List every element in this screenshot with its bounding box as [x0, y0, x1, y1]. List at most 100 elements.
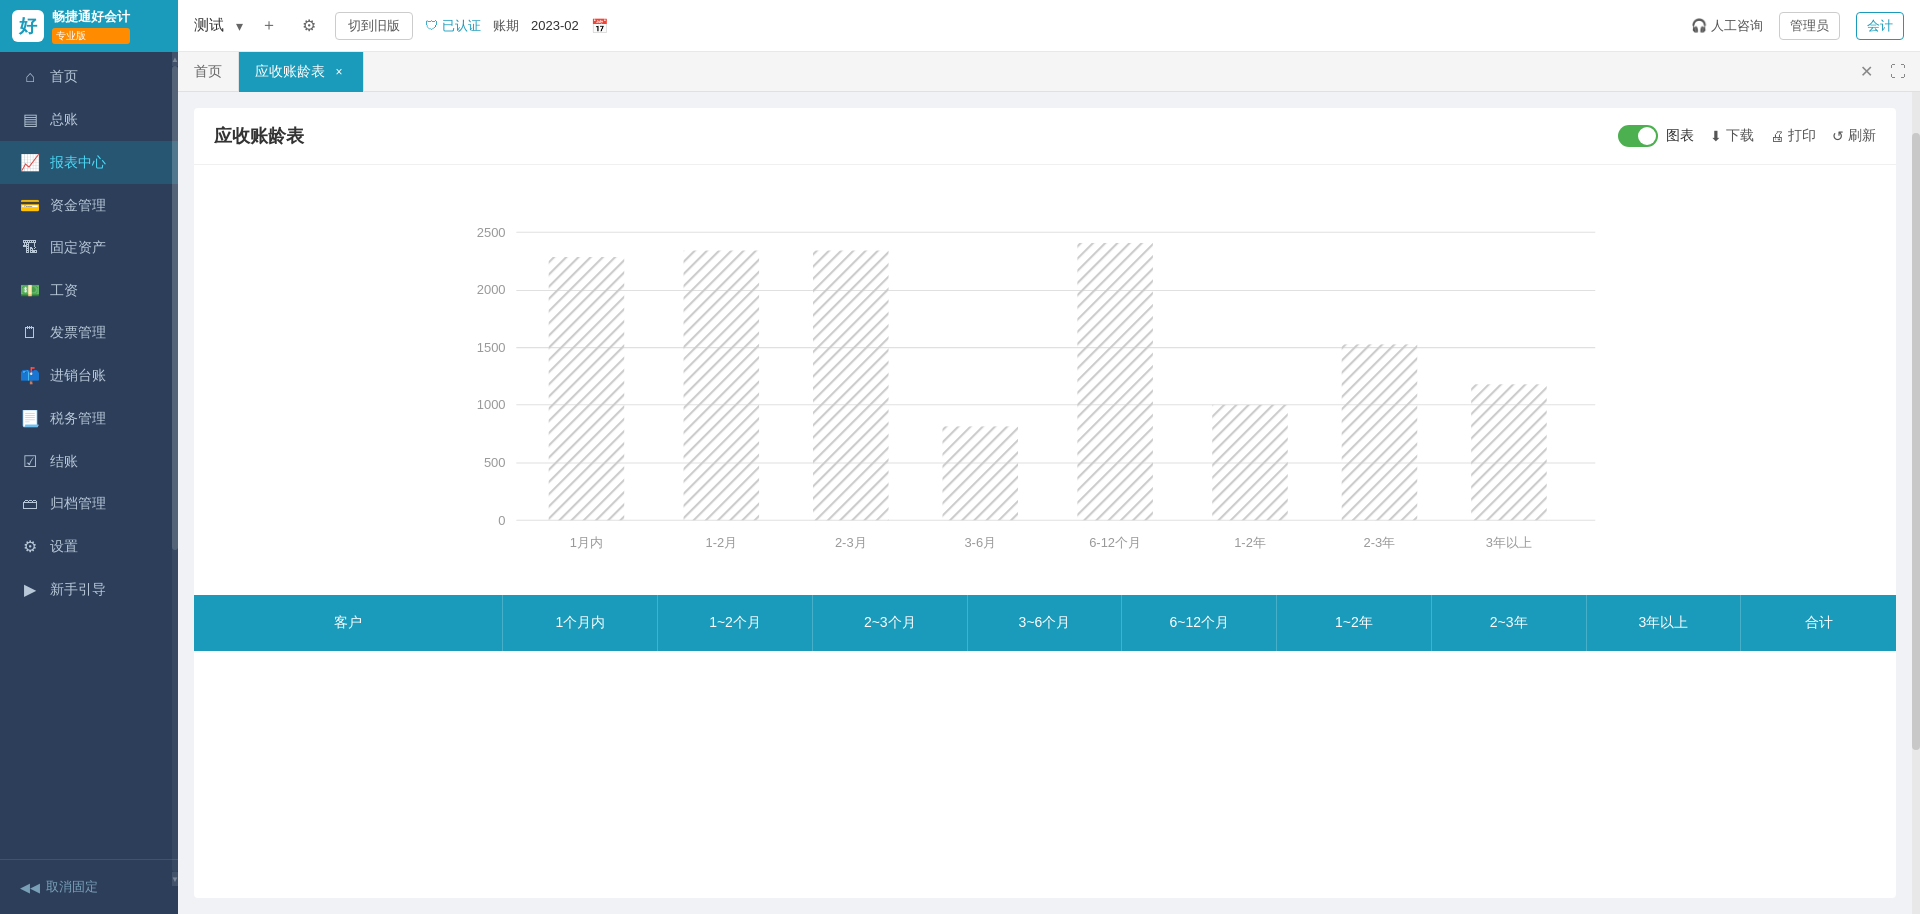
sidebar-item-settings[interactable]: ⚙ 设置 [0, 525, 178, 568]
close-tab-button[interactable]: ✕ [1852, 58, 1880, 86]
chart-toggle[interactable]: 图表 [1618, 125, 1694, 147]
sidebar-item-invoice[interactable]: 🗒 发票管理 [0, 312, 178, 354]
sidebar-item-settle[interactable]: ☑ 结账 [0, 440, 178, 483]
accountant-button[interactable]: 会计 [1856, 12, 1904, 40]
project-name: 测试 [194, 16, 224, 35]
content-area: 应收账龄表 图表 ⬇ 下载 [178, 92, 1920, 914]
col-customer: 客户 [194, 595, 503, 651]
cancel-fixed-button[interactable]: ◀◀ 取消固定 [0, 870, 178, 904]
app-name: 畅捷通好会计 [52, 8, 130, 26]
switch-version-button[interactable]: 切到旧版 [335, 12, 413, 40]
sidebar-bottom: ◀◀ 取消固定 [0, 859, 178, 914]
sidebar-item-label: 工资 [50, 282, 78, 300]
scroll-up-btn[interactable]: ▲ [172, 52, 178, 66]
y-label-2500: 2500 [477, 225, 506, 240]
bar-1-2月 [684, 251, 760, 521]
sidebar-item-label: 结账 [50, 453, 78, 471]
main-area: 测试 ▾ ＋ ⚙ 切到旧版 🛡 已认证 账期 2023-02 📅 🎧 人工咨询 … [178, 0, 1920, 914]
home-icon: ⌂ [20, 68, 40, 86]
right-scrollbar[interactable] [1912, 92, 1920, 914]
tab-close-button[interactable]: × [331, 64, 347, 80]
x-label-1月内: 1月内 [570, 535, 603, 550]
sidebar-item-assets[interactable]: 🏗 固定资产 [0, 227, 178, 269]
sidebar-nav: ⌂ 首页 ▤ 总账 📈 报表中心 💳 资金管理 🏗 固定资产 💵 工资 🗒 发票… [0, 52, 178, 859]
table-area: 客户 1个月内 1~2个月 2~3个月 3~6个月 6~12个月 1~2年 2~… [194, 595, 1896, 898]
tab-ar-aging-label: 应收账龄表 [255, 63, 325, 81]
right-scrollbar-thumb [1912, 133, 1920, 750]
expand-tab-button[interactable]: ⛶ [1884, 58, 1912, 86]
logo-text: 畅捷通好会计 专业版 [52, 8, 130, 44]
settings-button[interactable]: ⚙ [295, 12, 323, 40]
sidebar-item-guide[interactable]: ▶ 新手引导 [0, 568, 178, 611]
y-label-500: 500 [484, 455, 506, 470]
topbar: 测试 ▾ ＋ ⚙ 切到旧版 🛡 已认证 账期 2023-02 📅 🎧 人工咨询 … [178, 0, 1920, 52]
col-3year-plus: 3年以上 [1587, 595, 1742, 651]
x-label-3-6月: 3-6月 [964, 535, 996, 550]
assets-icon: 🏗 [20, 239, 40, 257]
col-6-12month: 6~12个月 [1122, 595, 1277, 651]
sidebar-item-label: 资金管理 [50, 197, 106, 215]
sidebar-item-reports[interactable]: 📈 报表中心 [0, 141, 178, 184]
download-icon: ⬇ [1710, 128, 1722, 144]
bar-2-3月 [813, 251, 889, 521]
col-1-2month: 1~2个月 [658, 595, 813, 651]
chart-toggle-label: 图表 [1666, 127, 1694, 145]
tabs-actions: ✕ ⛶ [1852, 58, 1920, 86]
sidebar-item-home[interactable]: ⌂ 首页 [0, 56, 178, 98]
page-content: 应收账龄表 图表 ⬇ 下载 [194, 108, 1896, 898]
print-button[interactable]: 🖨 打印 [1770, 127, 1816, 145]
add-button[interactable]: ＋ [255, 12, 283, 40]
sidebar-item-inventory[interactable]: 📫 进销台账 [0, 354, 178, 397]
calendar-icon[interactable]: 📅 [591, 18, 608, 34]
headset-icon: 🎧 [1691, 18, 1707, 33]
tab-home[interactable]: 首页 [178, 52, 239, 92]
sidebar-item-tax[interactable]: 📃 税务管理 [0, 397, 178, 440]
table-header: 客户 1个月内 1~2个月 2~3个月 3~6个月 6~12个月 1~2年 2~… [194, 595, 1896, 651]
sidebar-item-label: 设置 [50, 538, 78, 556]
bar-3-6月 [943, 426, 1019, 520]
chart-area: 0 500 1000 1500 2000 2500 [194, 165, 1896, 595]
sidebar-item-label: 归档管理 [50, 495, 106, 513]
ledger-icon: ▤ [20, 110, 40, 129]
page-wrapper: 应收账龄表 图表 ⬇ 下载 [178, 92, 1920, 914]
x-label-2-3月: 2-3月 [835, 535, 867, 550]
project-dropdown-icon[interactable]: ▾ [236, 18, 243, 34]
page-inner: 应收账龄表 图表 ⬇ 下载 [178, 92, 1912, 914]
x-label-6-12月: 6-12个月 [1089, 535, 1141, 550]
sidebar-item-label: 进销台账 [50, 367, 106, 385]
tab-ar-aging[interactable]: 应收账龄表 × [239, 52, 364, 92]
y-label-1000: 1000 [477, 397, 506, 412]
y-label-1500: 1500 [477, 340, 506, 355]
period-label: 账期 [493, 17, 519, 35]
certified-label: 已认证 [442, 17, 481, 35]
bar-3年以上 [1471, 384, 1547, 520]
user-button[interactable]: 管理员 [1779, 12, 1840, 40]
cancel-fixed-label: 取消固定 [46, 878, 98, 896]
period-value: 2023-02 [531, 18, 579, 33]
refresh-button[interactable]: ↺ 刷新 [1832, 127, 1876, 145]
page-actions: 图表 ⬇ 下载 🖨 打印 ↺ [1618, 125, 1876, 147]
topbar-right: 🎧 人工咨询 管理员 会计 [1691, 12, 1904, 40]
sidebar-item-archive[interactable]: 🗃 归档管理 [0, 483, 178, 525]
funds-icon: 💳 [20, 196, 40, 215]
logo-icon: 好 [12, 10, 44, 42]
bar-chart: 0 500 1000 1500 2000 2500 [214, 175, 1876, 585]
sidebar-item-payroll[interactable]: 💵 工资 [0, 269, 178, 312]
download-label: 下载 [1726, 127, 1754, 145]
bar-2-3年 [1342, 344, 1418, 520]
print-icon: 🖨 [1770, 128, 1784, 144]
col-2-3month: 2~3个月 [813, 595, 968, 651]
col-total: 合计 [1741, 595, 1896, 651]
bar-1月内 [549, 257, 625, 520]
sidebar-item-label: 新手引导 [50, 581, 106, 599]
tabs-bar: 首页 应收账龄表 × ✕ ⛶ [178, 52, 1920, 92]
sidebar-item-ledger[interactable]: ▤ 总账 [0, 98, 178, 141]
support-button[interactable]: 🎧 人工咨询 [1691, 17, 1763, 35]
sidebar-item-funds[interactable]: 💳 资金管理 [0, 184, 178, 227]
reports-icon: 📈 [20, 153, 40, 172]
x-label-3年以上: 3年以上 [1486, 535, 1532, 550]
download-button[interactable]: ⬇ 下载 [1710, 127, 1754, 145]
toggle-track[interactable] [1618, 125, 1658, 147]
sidebar-item-label: 报表中心 [50, 154, 106, 172]
col-2-3year: 2~3年 [1432, 595, 1587, 651]
